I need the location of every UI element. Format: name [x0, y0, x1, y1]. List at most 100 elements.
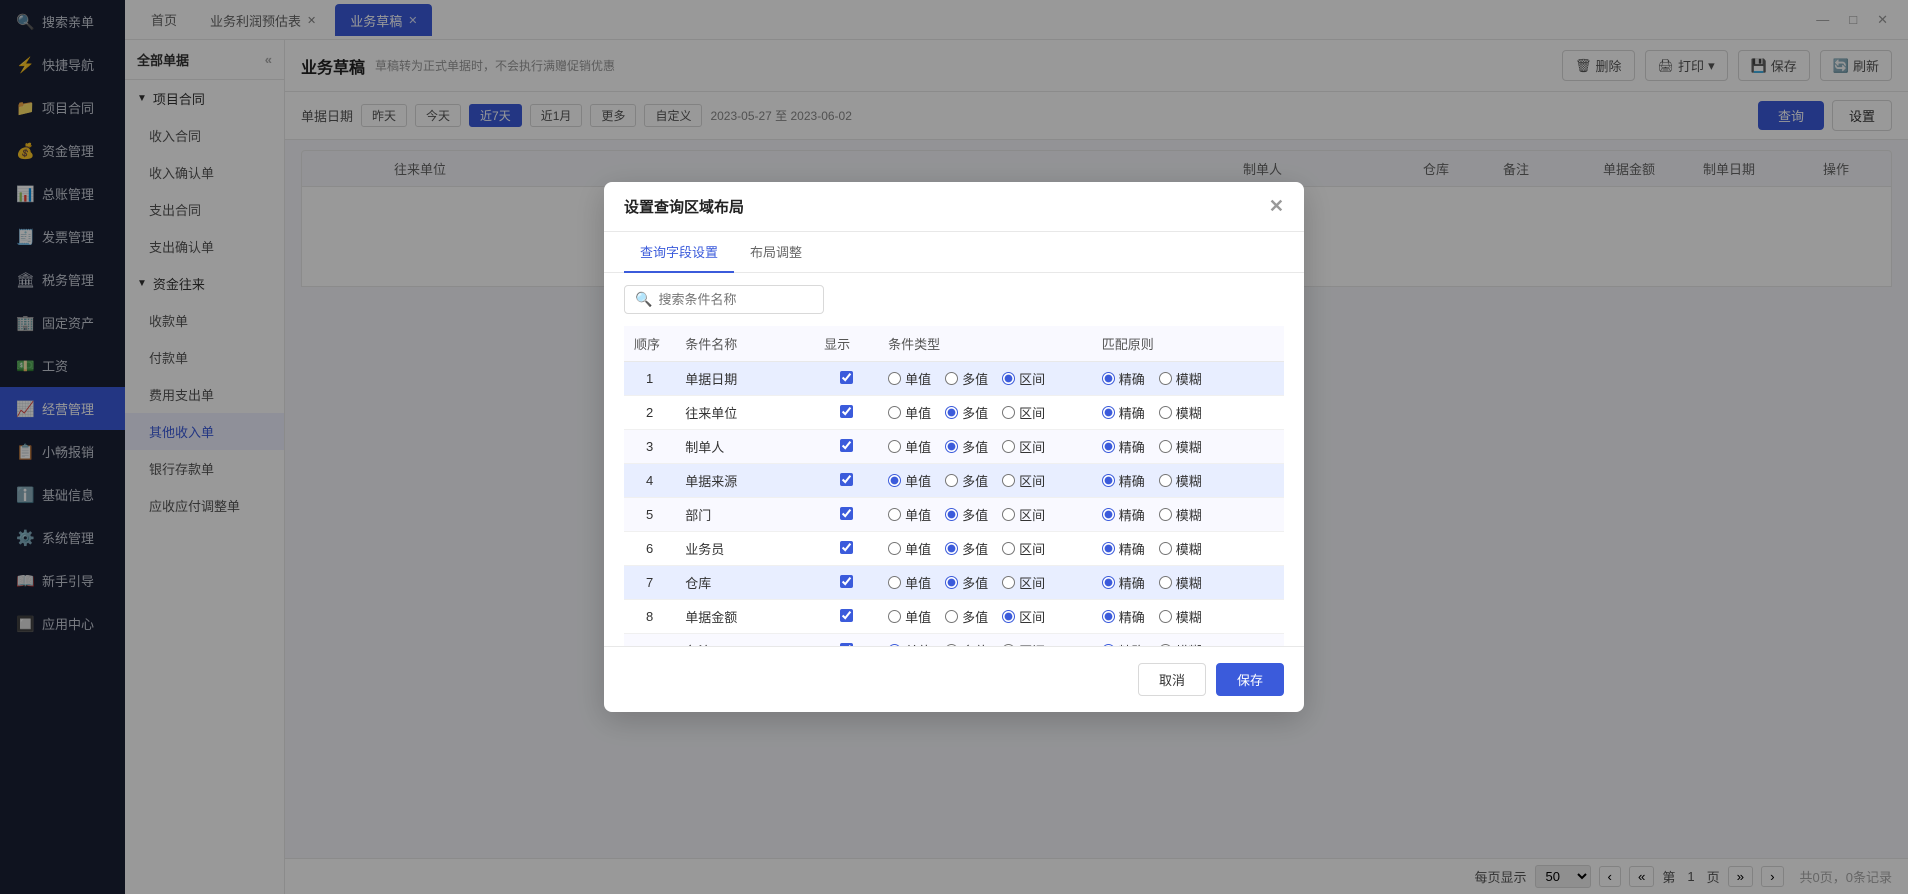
radio-type-item[interactable]: 多值 [945, 403, 988, 422]
th-show: 显示 [814, 326, 878, 362]
radio-type-item[interactable]: 多值 [945, 539, 988, 558]
show-checkbox[interactable] [840, 473, 853, 486]
show-checkbox[interactable] [840, 575, 853, 588]
modal-overlay: 设置查询区域布局 ✕ 查询字段设置 布局调整 🔍 顺序 条件名称 显示 条件类型 [0, 0, 1908, 894]
dialog-tab-layout[interactable]: 布局调整 [734, 232, 818, 273]
cell-name: 仓库 [675, 566, 814, 600]
cell-name: 单据来源 [675, 464, 814, 498]
show-checkbox[interactable] [840, 405, 853, 418]
table-row: 8单据金额单值多值区间精确模糊 [624, 600, 1284, 634]
cell-show [814, 532, 878, 566]
table-row: 5部门单值多值区间精确模糊 [624, 498, 1284, 532]
radio-type-item[interactable]: 区间 [1002, 437, 1045, 456]
radio-match-item[interactable]: 模糊 [1159, 607, 1202, 626]
cell-match: 精确 模糊 [1092, 634, 1284, 647]
cell-match: 精确模糊 [1092, 464, 1284, 498]
th-name: 条件名称 [675, 326, 814, 362]
show-checkbox[interactable] [840, 609, 853, 622]
radio-type-item[interactable]: 单值 [888, 369, 931, 388]
table-header-row: 顺序 条件名称 显示 条件类型 匹配原则 [624, 326, 1284, 362]
cell-name: 单据日期 [675, 362, 814, 396]
table-row: 1单据日期单值多值区间精确模糊 [624, 362, 1284, 396]
radio-match-item[interactable]: 精确 [1102, 471, 1145, 490]
cell-show [814, 362, 878, 396]
radio-type-item[interactable]: 单值 [888, 471, 931, 490]
cell-name: 业务员 [675, 532, 814, 566]
cancel-button[interactable]: 取消 [1138, 663, 1206, 696]
radio-type-item[interactable]: 多值 [945, 369, 988, 388]
th-match: 匹配原则 [1092, 326, 1284, 362]
show-checkbox[interactable] [840, 371, 853, 384]
cell-show [814, 634, 878, 647]
radio-match-item[interactable]: 精确 [1102, 437, 1145, 456]
radio-type-item[interactable]: 区间 [1002, 403, 1045, 422]
radio-match-item[interactable]: 模糊 [1159, 403, 1202, 422]
radio-type-item[interactable]: 单值 [888, 573, 931, 592]
radio-match-item[interactable]: 精确 [1102, 505, 1145, 524]
radio-match-item[interactable]: 精确 [1102, 607, 1145, 626]
radio-type-item[interactable]: 单值 [888, 403, 931, 422]
cell-show [814, 430, 878, 464]
radio-match-item[interactable]: 模糊 [1159, 573, 1202, 592]
radio-type-item[interactable]: 单值 [888, 539, 931, 558]
table-row: 9备注单值多值区间精确模糊 [624, 634, 1284, 647]
show-checkbox[interactable] [840, 541, 853, 554]
radio-type-item[interactable]: 单值 [888, 641, 931, 646]
show-checkbox[interactable] [840, 507, 853, 520]
table-row: 4单据来源单值多值区间精确模糊 [624, 464, 1284, 498]
table-row: 2往来单位单值多值区间精确模糊 [624, 396, 1284, 430]
cell-match: 精确模糊 [1092, 498, 1284, 532]
radio-type-item[interactable]: 多值 [945, 607, 988, 626]
radio-type-item[interactable]: 区间 [1002, 573, 1045, 592]
cell-show [814, 600, 878, 634]
radio-type-item[interactable]: 单值 [888, 505, 931, 524]
radio-type-item[interactable]: 区间 [1002, 641, 1045, 646]
dialog-title: 设置查询区域布局 [624, 196, 744, 217]
radio-type-item[interactable]: 多值 [945, 505, 988, 524]
cell-type: 单值多值区间 [878, 566, 1092, 600]
table-row: 7仓库单值多值区间精确模糊 [624, 566, 1284, 600]
radio-match-item[interactable]: 精确 [1102, 539, 1145, 558]
radio-type-item[interactable]: 区间 [1002, 539, 1045, 558]
search-input[interactable] [658, 292, 813, 307]
dialog-search-area: 🔍 [604, 273, 1304, 326]
radio-match-item[interactable]: 精确 [1102, 403, 1145, 422]
cell-type: 单值多值区间 [878, 600, 1092, 634]
radio-type-item[interactable]: 多值 [945, 641, 988, 646]
cell-name: 往来单位 [675, 396, 814, 430]
radio-match-item[interactable]: 模糊 [1159, 539, 1202, 558]
radio-type-item[interactable]: 多值 [945, 573, 988, 592]
cell-match: 精确模糊 [1092, 566, 1284, 600]
radio-type-item[interactable]: 区间 [1002, 369, 1045, 388]
table-row: 6业务员 单值多值区间 精确模糊 [624, 532, 1284, 566]
dialog-table-wrap: 顺序 条件名称 显示 条件类型 匹配原则 1单据日期单值多值区间精确模糊2往来单… [604, 326, 1304, 646]
radio-match-item[interactable]: 模糊 [1159, 471, 1202, 490]
cell-match: 精确模糊 [1092, 430, 1284, 464]
radio-match-item[interactable]: 模糊 [1159, 505, 1202, 524]
show-checkbox[interactable] [840, 439, 853, 452]
radio-match-item[interactable]: 模糊 [1159, 369, 1202, 388]
dialog-tabs: 查询字段设置 布局调整 [604, 232, 1304, 273]
radio-type-item[interactable]: 多值 [945, 437, 988, 456]
radio-match-item[interactable]: 精确 [1102, 641, 1145, 646]
search-icon-dialog: 🔍 [635, 291, 652, 308]
cell-type: 单值多值区间 [878, 430, 1092, 464]
radio-type-item[interactable]: 区间 [1002, 607, 1045, 626]
radio-match-item[interactable]: 精确 [1102, 573, 1145, 592]
radio-match-item[interactable]: 模糊 [1159, 641, 1202, 646]
cell-seq: 8 [624, 600, 675, 634]
radio-type-item[interactable]: 多值 [945, 471, 988, 490]
cell-seq: 6 [624, 532, 675, 566]
radio-type-item[interactable]: 单值 [888, 607, 931, 626]
dialog-save-button[interactable]: 保存 [1216, 663, 1284, 696]
show-checkbox[interactable] [840, 643, 853, 647]
cell-name: 制单人 [675, 430, 814, 464]
radio-type-item[interactable]: 单值 [888, 437, 931, 456]
dialog-tab-fields[interactable]: 查询字段设置 [624, 232, 734, 273]
dialog-close-button[interactable]: ✕ [1269, 196, 1284, 217]
radio-match-item[interactable]: 精确 [1102, 369, 1145, 388]
radio-type-item[interactable]: 区间 [1002, 505, 1045, 524]
cell-name: 部门 [675, 498, 814, 532]
radio-type-item[interactable]: 区间 [1002, 471, 1045, 490]
radio-match-item[interactable]: 模糊 [1159, 437, 1202, 456]
